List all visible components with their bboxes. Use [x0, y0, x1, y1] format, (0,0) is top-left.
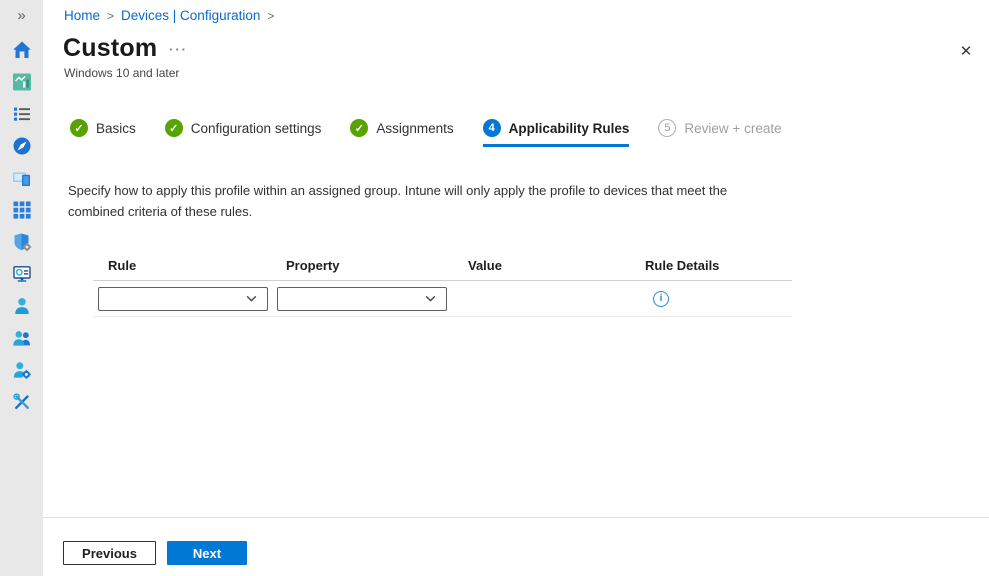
endpoint-security-icon	[12, 232, 32, 252]
sidebar-item-dashboard[interactable]	[0, 66, 43, 98]
table-row: i	[93, 281, 792, 317]
left-nav-sidebar: »	[0, 0, 43, 576]
rule-cell	[93, 286, 277, 311]
step-label: Basics	[96, 120, 136, 136]
sidebar-item-troubleshooting[interactable]	[0, 386, 43, 418]
more-actions-icon[interactable]: ···	[169, 42, 188, 57]
sidebar-item-home[interactable]	[0, 34, 43, 66]
breadcrumb-link-devices-configuration[interactable]: Devices | Configuration	[121, 8, 260, 23]
rule-dropdown[interactable]	[98, 286, 268, 311]
sidebar-item-explore[interactable]	[0, 130, 43, 162]
breadcrumb: Home > Devices | Configuration >	[64, 8, 274, 23]
expand-sidebar-icon[interactable]: »	[0, 4, 43, 26]
previous-button[interactable]: Previous	[63, 541, 156, 565]
applicability-rules-table: Rule Property Value Rule Details i	[93, 251, 792, 317]
step-basics[interactable]: ✓ Basics	[70, 119, 136, 147]
wizard-footer: Previous Next	[43, 517, 989, 576]
page-title: Custom	[63, 34, 158, 62]
sidebar-item-all-services[interactable]	[0, 98, 43, 130]
page-subtitle: Windows 10 and later	[64, 66, 180, 80]
column-header-property: Property	[286, 258, 340, 273]
column-header-value: Value	[468, 258, 502, 273]
explore-icon	[12, 136, 32, 156]
sidebar-item-endpoint-security[interactable]	[0, 226, 43, 258]
step-label: Applicability Rules	[508, 120, 630, 136]
property-cell	[277, 286, 452, 311]
property-dropdown[interactable]	[277, 286, 447, 311]
tenant-administration-icon	[12, 360, 32, 380]
chevron-down-icon	[425, 295, 436, 302]
troubleshooting-icon	[12, 392, 32, 412]
step-configuration-settings[interactable]: ✓ Configuration settings	[164, 119, 322, 147]
info-icon[interactable]: i	[653, 290, 669, 307]
step-label: Configuration settings	[190, 120, 322, 136]
sidebar-item-groups[interactable]	[0, 322, 43, 354]
apps-icon	[12, 200, 32, 220]
sidebar-item-tenant-administration[interactable]	[0, 354, 43, 386]
dashboard-icon	[12, 72, 32, 92]
wizard-steps: ✓ Basics ✓ Configuration settings ✓ Assi…	[70, 119, 782, 147]
breadcrumb-link-home[interactable]: Home	[64, 8, 100, 23]
groups-icon	[12, 328, 32, 348]
table-header-row: Rule Property Value Rule Details	[93, 251, 792, 281]
all-services-icon	[12, 104, 32, 124]
breadcrumb-separator-icon: >	[107, 8, 115, 23]
applicability-rules-description: Specify how to apply this profile within…	[68, 183, 728, 220]
reports-icon	[12, 264, 32, 284]
step-label: Review + create	[684, 120, 782, 136]
sidebar-item-devices[interactable]	[0, 162, 43, 194]
step-review-create: 5 Review + create	[658, 119, 782, 147]
column-header-rule-details: Rule Details	[645, 258, 720, 273]
check-icon: ✓	[350, 119, 369, 137]
chevron-down-icon	[246, 295, 257, 302]
users-icon	[12, 296, 32, 316]
step-assignments[interactable]: ✓ Assignments	[350, 119, 454, 147]
breadcrumb-separator-icon: >	[267, 8, 275, 23]
sidebar-item-reports[interactable]	[0, 258, 43, 290]
close-icon[interactable]: ✕	[955, 40, 977, 62]
column-header-rule: Rule	[108, 258, 137, 273]
step-number-badge: 4	[482, 119, 501, 137]
check-icon: ✓	[70, 119, 88, 137]
step-number-badge: 5	[658, 119, 677, 137]
step-applicability-rules[interactable]: 4 Applicability Rules	[482, 119, 630, 147]
check-icon: ✓	[164, 119, 183, 137]
step-label: Assignments	[376, 120, 454, 136]
devices-icon	[12, 168, 32, 188]
sidebar-item-apps[interactable]	[0, 194, 43, 226]
sidebar-item-users[interactable]	[0, 290, 43, 322]
home-icon	[12, 40, 32, 60]
rule-details-cell: i	[637, 290, 792, 307]
next-button[interactable]: Next	[167, 541, 247, 565]
